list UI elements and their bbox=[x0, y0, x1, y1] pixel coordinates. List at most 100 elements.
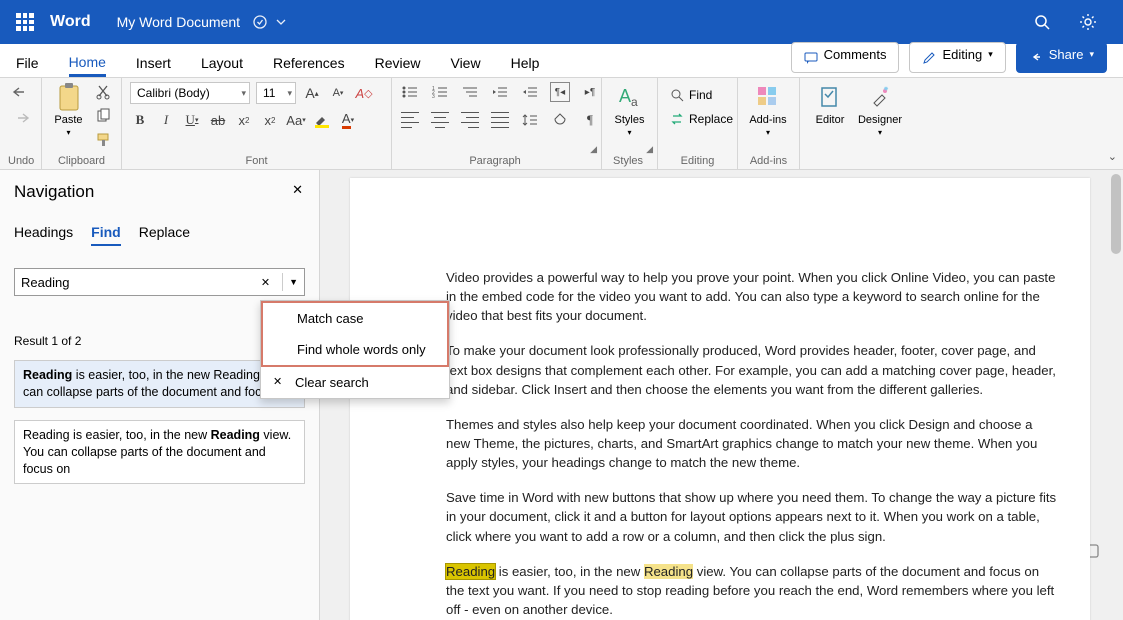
styles-launcher-icon[interactable]: ◢ bbox=[646, 144, 653, 155]
document-title[interactable]: My Word Document bbox=[117, 14, 240, 30]
styles-group-label: Styles bbox=[610, 153, 646, 167]
redo-button[interactable] bbox=[11, 108, 31, 128]
replace-icon bbox=[670, 112, 684, 126]
paragraph: Video provides a powerful way to help yo… bbox=[446, 268, 1060, 325]
title-dropdown-icon[interactable] bbox=[276, 17, 286, 27]
saved-icon bbox=[252, 14, 268, 30]
search-icon[interactable] bbox=[1034, 14, 1051, 31]
titlebar: Word My Word Document bbox=[0, 0, 1123, 44]
editing-group-label: Editing bbox=[666, 153, 729, 167]
comments-button[interactable]: Comments bbox=[791, 42, 900, 73]
close-icon[interactable]: ✕ bbox=[292, 182, 303, 198]
whole-words-option[interactable]: Find whole words only bbox=[263, 334, 447, 365]
addins-button[interactable]: Add-ins▾ bbox=[746, 82, 790, 137]
tab-headings[interactable]: Headings bbox=[14, 224, 73, 246]
ltr-button[interactable]: ¶◂ bbox=[550, 82, 570, 102]
menu-review[interactable]: Review bbox=[375, 55, 421, 77]
decrease-indent-button[interactable] bbox=[490, 82, 510, 102]
app-launcher-icon[interactable] bbox=[16, 13, 34, 31]
find-button[interactable]: Find bbox=[666, 86, 716, 104]
highlight-button[interactable] bbox=[312, 110, 332, 130]
font-group-label: Font bbox=[130, 153, 383, 167]
align-left-button[interactable] bbox=[400, 110, 420, 130]
underline-button[interactable]: U▾ bbox=[182, 110, 202, 130]
settings-icon[interactable] bbox=[1079, 13, 1097, 31]
font-color-button[interactable]: A▾ bbox=[338, 110, 358, 130]
font-size-select[interactable]: 11 bbox=[256, 82, 296, 104]
line-spacing-button[interactable] bbox=[520, 110, 540, 130]
copy-button[interactable] bbox=[93, 106, 113, 126]
page[interactable]: Video provides a powerful way to help yo… bbox=[350, 178, 1090, 620]
svg-text:a: a bbox=[631, 95, 638, 109]
menu-layout[interactable]: Layout bbox=[201, 55, 243, 77]
clipboard-icon bbox=[54, 82, 84, 112]
increase-indent-button[interactable] bbox=[520, 82, 540, 102]
numbering-button[interactable]: 123 bbox=[430, 82, 450, 102]
menu-home[interactable]: Home bbox=[69, 54, 106, 77]
align-center-button[interactable] bbox=[430, 110, 450, 130]
menu-help[interactable]: Help bbox=[511, 55, 540, 77]
collapse-ribbon-icon[interactable]: ⌄ bbox=[1108, 150, 1117, 163]
match-case-option[interactable]: Match case bbox=[263, 303, 447, 334]
editing-button[interactable]: Editing▾ bbox=[909, 42, 1005, 73]
find-highlight: Reading bbox=[644, 564, 693, 579]
rtl-button[interactable]: ▸¶ bbox=[580, 82, 600, 102]
bold-button[interactable]: B bbox=[130, 110, 150, 130]
svg-text:A: A bbox=[619, 86, 631, 106]
editor-button[interactable]: Editor bbox=[808, 82, 852, 126]
paragraph: Reading is easier, too, in the new Readi… bbox=[446, 562, 1060, 619]
search-input[interactable]: Reading ✕ ▼ bbox=[14, 268, 305, 296]
comment-icon bbox=[804, 51, 818, 65]
addins-group-label: Add-ins bbox=[746, 153, 791, 167]
undo-button[interactable] bbox=[11, 82, 31, 102]
font-name-select[interactable]: Calibri (Body) bbox=[130, 82, 250, 104]
editor-icon bbox=[815, 82, 845, 112]
menu-view[interactable]: View bbox=[450, 55, 480, 77]
tab-replace[interactable]: Replace bbox=[139, 224, 190, 246]
multilevel-button[interactable] bbox=[460, 82, 480, 102]
shading-button[interactable] bbox=[550, 110, 570, 130]
ribbon: Undo Paste▾ Clipboard Calibri (Body) 11 … bbox=[0, 78, 1123, 170]
paste-button[interactable]: Paste▾ bbox=[50, 82, 87, 137]
paragraph-group-label: Paragraph bbox=[400, 153, 590, 167]
pencil-icon bbox=[922, 51, 936, 65]
scrollbar[interactable] bbox=[1111, 174, 1121, 254]
strike-button[interactable]: ab bbox=[208, 110, 228, 130]
search-value: Reading bbox=[21, 275, 255, 290]
clear-search-option[interactable]: Clear search bbox=[261, 367, 449, 398]
addins-icon bbox=[753, 82, 783, 112]
menu-insert[interactable]: Insert bbox=[136, 55, 171, 77]
cut-button[interactable] bbox=[93, 82, 113, 102]
app-name: Word bbox=[50, 13, 91, 31]
clear-icon[interactable]: ✕ bbox=[261, 276, 270, 289]
change-case-button[interactable]: Aa▾ bbox=[286, 110, 306, 130]
superscript-button[interactable]: x2 bbox=[260, 110, 280, 130]
nav-title: Navigation bbox=[14, 182, 305, 202]
find-highlight: Reading bbox=[446, 564, 495, 579]
svg-text:3: 3 bbox=[432, 94, 435, 98]
styles-icon: Aa bbox=[615, 82, 645, 112]
paragraph: Save time in Word with new buttons that … bbox=[446, 488, 1060, 545]
bullets-button[interactable] bbox=[400, 82, 420, 102]
shrink-font-button[interactable]: A▾ bbox=[328, 83, 348, 103]
search-icon bbox=[670, 88, 684, 102]
designer-button[interactable]: Designer▾ bbox=[858, 82, 902, 137]
show-marks-button[interactable]: ¶ bbox=[580, 110, 600, 130]
menu-file[interactable]: File bbox=[16, 55, 39, 77]
clipboard-group-label: Clipboard bbox=[50, 153, 113, 167]
styles-button[interactable]: AaStyles▾ bbox=[610, 82, 649, 137]
clear-format-button[interactable]: A◇ bbox=[354, 83, 374, 103]
subscript-button[interactable]: x2 bbox=[234, 110, 254, 130]
share-button[interactable]: Share▾ bbox=[1016, 42, 1107, 73]
italic-button[interactable]: I bbox=[156, 110, 176, 130]
menu-references[interactable]: References bbox=[273, 55, 345, 77]
grow-font-button[interactable]: A▴ bbox=[302, 83, 322, 103]
align-right-button[interactable] bbox=[460, 110, 480, 130]
format-painter-button[interactable] bbox=[93, 130, 113, 150]
search-options-icon[interactable]: ▼ bbox=[289, 277, 298, 287]
justify-button[interactable] bbox=[490, 110, 510, 130]
replace-button[interactable]: Replace bbox=[666, 110, 737, 128]
tab-find[interactable]: Find bbox=[91, 224, 121, 246]
search-result[interactable]: Reading is easier, too, in the new Readi… bbox=[14, 420, 305, 485]
paragraph-launcher-icon[interactable]: ◢ bbox=[590, 144, 597, 155]
